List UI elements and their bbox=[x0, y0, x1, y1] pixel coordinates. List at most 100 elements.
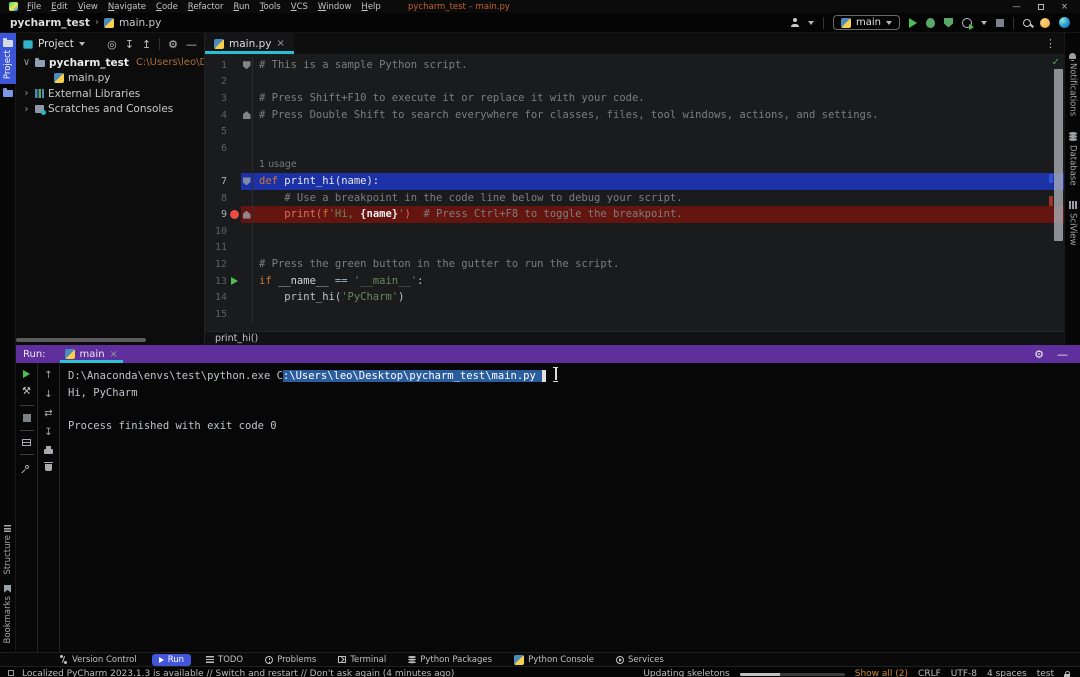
project-panel-title[interactable]: Project bbox=[38, 38, 74, 50]
expand-all-icon[interactable]: ↧ bbox=[125, 38, 134, 51]
up-stack-trace-icon[interactable]: ↑ bbox=[44, 370, 52, 381]
ide-feature-icon[interactable] bbox=[1059, 17, 1070, 28]
commit-icon[interactable] bbox=[2, 88, 13, 98]
status-notification[interactable]: Localized PyCharm 2023.1.3 is available … bbox=[22, 668, 454, 677]
print-icon[interactable] bbox=[44, 446, 53, 454]
run-console-output[interactable]: D:\Anaconda\envs\test\python.exe C:\User… bbox=[60, 363, 1080, 652]
horizontal-scrollbar[interactable] bbox=[16, 338, 146, 342]
menu-refactor[interactable]: Refactor bbox=[188, 2, 224, 12]
tree-row-external-libraries[interactable]: › External Libraries bbox=[16, 86, 204, 102]
toolwindow-terminal[interactable]: Terminal bbox=[331, 654, 393, 666]
chevron-down-icon[interactable]: ∨ bbox=[22, 57, 31, 68]
clear-console-icon[interactable] bbox=[44, 462, 53, 471]
scroll-to-end-icon[interactable]: ↧ bbox=[44, 427, 52, 438]
tool-stripe-database[interactable]: Database bbox=[1068, 132, 1078, 185]
breadcrumb-project[interactable]: pycharm_test bbox=[10, 17, 90, 29]
menu-code[interactable]: Code bbox=[156, 2, 178, 12]
editor-scrollbar[interactable] bbox=[1054, 69, 1063, 241]
fold-marker-icon[interactable] bbox=[242, 111, 251, 120]
menu-edit[interactable]: Edit bbox=[51, 2, 67, 12]
encoding-widget[interactable]: UTF-8 bbox=[951, 668, 977, 677]
menu-view[interactable]: View bbox=[78, 2, 98, 12]
menu-tools[interactable]: Tools bbox=[260, 2, 281, 12]
tool-stripe-structure[interactable]: Structure bbox=[0, 520, 16, 580]
editor-tab-main-py[interactable]: main.py × bbox=[205, 33, 294, 54]
close-tab-icon[interactable]: × bbox=[276, 38, 284, 49]
user-dropdown-icon[interactable] bbox=[808, 20, 814, 25]
fold-marker-icon[interactable] bbox=[242, 210, 251, 219]
toolwindow-python-console[interactable]: Python Console bbox=[507, 654, 601, 666]
folder-icon bbox=[35, 58, 45, 68]
rerun-button[interactable] bbox=[23, 370, 30, 378]
project-view-dropdown-icon[interactable] bbox=[78, 42, 85, 46]
profiler-button[interactable] bbox=[962, 17, 974, 30]
breadcrumb-file[interactable]: main.py bbox=[119, 17, 161, 29]
run-settings-icon[interactable]: ⚒ bbox=[22, 386, 31, 397]
soft-wrap-icon[interactable]: ⇄ bbox=[44, 408, 52, 419]
active-tab-indicator bbox=[205, 51, 294, 54]
stop-button[interactable] bbox=[996, 18, 1004, 27]
tool-stripe-project[interactable]: Project bbox=[0, 33, 16, 85]
collapse-all-icon[interactable]: ↥ bbox=[142, 38, 151, 51]
line-separator-widget[interactable]: CRLF bbox=[918, 668, 941, 677]
breakpoint-icon[interactable] bbox=[229, 210, 239, 220]
debug-button[interactable] bbox=[926, 17, 935, 28]
stop-button[interactable] bbox=[22, 414, 31, 422]
profiler-dropdown-icon[interactable] bbox=[981, 20, 987, 25]
hide-run-panel-icon[interactable]: — bbox=[1057, 348, 1068, 361]
menu-file[interactable]: File bbox=[27, 2, 41, 12]
toolwindow-problems[interactable]: Problems bbox=[258, 654, 323, 666]
toolwindow-services[interactable]: Services bbox=[609, 654, 671, 666]
coverage-button[interactable] bbox=[944, 17, 953, 28]
maximize-button[interactable] bbox=[1037, 3, 1044, 10]
show-all-link[interactable]: Show all (2) bbox=[855, 668, 908, 677]
tool-stripe-sciview[interactable]: SciView bbox=[1068, 201, 1078, 246]
menu-window[interactable]: Window bbox=[318, 2, 352, 12]
search-everywhere-icon[interactable] bbox=[1023, 18, 1031, 27]
menu-help[interactable]: Help bbox=[361, 2, 380, 12]
toolwindow-python-packages[interactable]: Python Packages bbox=[401, 654, 499, 666]
menu-navigate[interactable]: Navigate bbox=[108, 2, 146, 12]
run-panel-settings-icon[interactable]: ⚙ bbox=[1034, 348, 1044, 361]
todo-list-icon bbox=[206, 656, 214, 663]
run-line-icon[interactable] bbox=[230, 277, 238, 286]
close-tab-icon[interactable]: × bbox=[110, 349, 118, 360]
update-notification-icon[interactable] bbox=[1040, 17, 1050, 28]
code-area[interactable]: 1 # This is a sample Python script. 2 3 # … bbox=[205, 55, 1064, 331]
pin-tab-icon[interactable] bbox=[23, 464, 30, 470]
tool-stripe-bookmarks[interactable]: Bookmarks bbox=[0, 580, 16, 649]
tree-row-scratches[interactable]: › Scratches and Consoles bbox=[16, 102, 204, 118]
toolwindow-todo[interactable]: TODO bbox=[199, 654, 250, 666]
user-icon[interactable] bbox=[790, 18, 799, 27]
toolwindow-version-control[interactable]: Version Control bbox=[52, 654, 144, 666]
breadcrumb-scope[interactable]: print_hi() bbox=[215, 333, 258, 344]
close-button[interactable]: × bbox=[1061, 2, 1068, 12]
chevron-right-icon[interactable]: › bbox=[22, 104, 31, 115]
editor-options-icon[interactable]: ⋮ bbox=[1045, 37, 1064, 50]
libraries-icon bbox=[35, 89, 44, 99]
panel-settings-icon[interactable]: ⚙ bbox=[168, 38, 178, 51]
minimize-button[interactable]: — bbox=[1012, 2, 1021, 12]
chevron-right-icon[interactable]: › bbox=[22, 88, 31, 99]
mouse-ibeam-cursor bbox=[552, 367, 559, 382]
locate-file-icon[interactable]: ◎ bbox=[107, 38, 117, 51]
down-stack-trace-icon[interactable]: ↓ bbox=[44, 389, 52, 400]
fold-marker-icon[interactable] bbox=[242, 61, 251, 70]
toolwindow-run[interactable]: Run bbox=[151, 653, 191, 666]
tree-row-main-py[interactable]: main.py bbox=[16, 71, 204, 87]
interpreter-widget[interactable]: test bbox=[1037, 668, 1054, 677]
run-tab-main[interactable]: main × bbox=[58, 345, 125, 363]
inspection-ok-icon[interactable]: ✓ bbox=[1052, 57, 1060, 68]
run-button[interactable] bbox=[909, 17, 917, 28]
restore-layout-icon[interactable] bbox=[22, 439, 31, 446]
menu-run[interactable]: Run bbox=[233, 2, 249, 12]
run-configuration-select[interactable]: main bbox=[833, 15, 900, 30]
fold-marker-icon[interactable] bbox=[242, 177, 251, 186]
hide-panel-icon[interactable]: — bbox=[186, 38, 197, 51]
tree-row-project-root[interactable]: ∨ pycharm_test C:\Users\leo\Desktop\ bbox=[16, 55, 204, 71]
tool-stripe-notifications[interactable]: Notifications bbox=[1068, 53, 1078, 116]
usages-inlay-hint[interactable]: 1 usage bbox=[253, 157, 1064, 174]
indent-widget[interactable]: 4 spaces bbox=[987, 668, 1027, 677]
notification-checkbox-icon[interactable] bbox=[8, 670, 14, 676]
menu-vcs[interactable]: VCS bbox=[291, 2, 308, 12]
